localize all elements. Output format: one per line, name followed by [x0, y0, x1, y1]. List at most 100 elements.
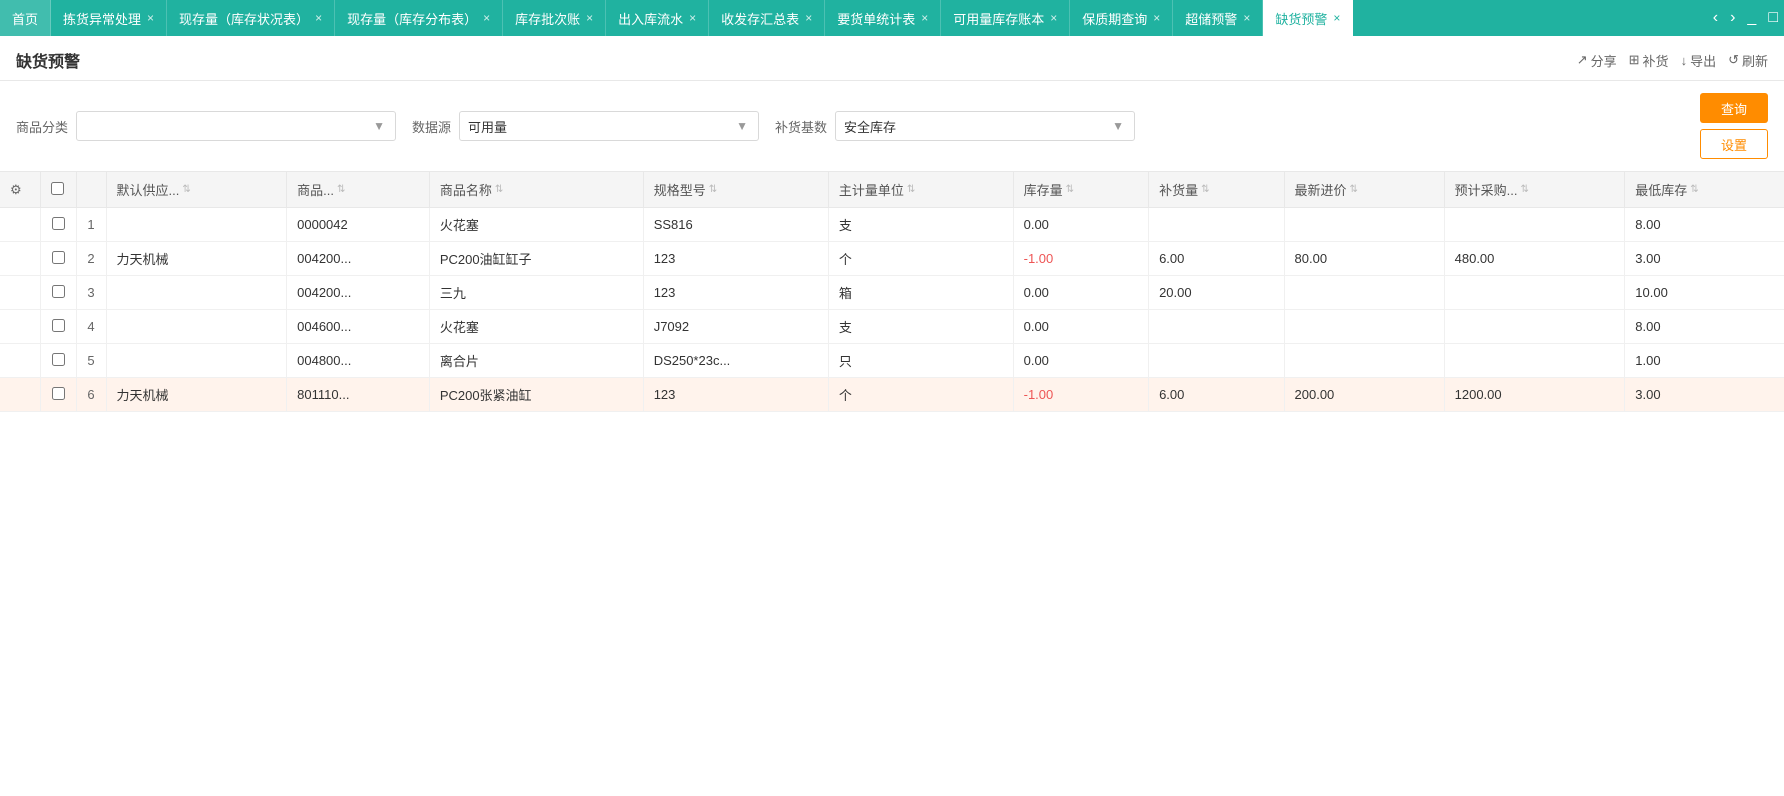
th-estimated-purchase[interactable]: 预计采购... ⇅	[1444, 172, 1625, 208]
tab-stock-dist[interactable]: 现存量（库存分布表） ×	[335, 0, 503, 36]
gear-icon[interactable]: ⚙	[10, 182, 22, 197]
row-checkbox-3[interactable]	[52, 319, 65, 332]
td-product-name-4: 离合片	[429, 344, 643, 378]
tab-close-order-stats[interactable]: ×	[921, 11, 928, 25]
td-min-stock-2: 10.00	[1625, 276, 1784, 310]
tab-close-receive-summary[interactable]: ×	[805, 11, 812, 25]
tab-close-stock-status[interactable]: ×	[315, 11, 322, 25]
td-spec-3: J7092	[643, 310, 828, 344]
td-replenish-0	[1149, 208, 1284, 242]
tab-close-batch[interactable]: ×	[586, 11, 593, 25]
td-latest-price-3	[1284, 310, 1444, 344]
tab-minimize-button[interactable]: _	[1741, 9, 1762, 27]
td-gear-2	[0, 276, 40, 310]
refresh-link[interactable]: ↺ 刷新	[1728, 51, 1768, 70]
td-estimated-purchase-1: 480.00	[1444, 242, 1625, 276]
select-all-checkbox[interactable]	[51, 182, 64, 195]
tab-overstock[interactable]: 超储预警 ×	[1173, 0, 1263, 36]
td-estimated-purchase-2	[1444, 276, 1625, 310]
th-min-stock[interactable]: 最低库存 ⇅	[1625, 172, 1784, 208]
table-row: 4 004600... 火花塞 J7092 支 0.00 8.00	[0, 310, 1784, 344]
refresh-icon: ↺	[1728, 52, 1739, 68]
tab-shortage[interactable]: 缺货预警 ×	[1263, 0, 1353, 36]
th-checkbox	[40, 172, 76, 208]
query-button[interactable]: 查询	[1700, 93, 1768, 123]
category-filter-group: 商品分类 ▼	[16, 111, 396, 141]
td-gear-3	[0, 310, 40, 344]
td-product-code-5: 801110...	[287, 378, 430, 412]
tab-abnormal[interactable]: 拣货异常处理 ×	[51, 0, 167, 36]
tab-inout-flow[interactable]: 出入库流水 ×	[606, 0, 709, 36]
td-checkbox-0[interactable]	[40, 208, 76, 242]
tab-close-shortage[interactable]: ×	[1333, 11, 1340, 25]
td-checkbox-1[interactable]	[40, 242, 76, 276]
tab-available-ledger[interactable]: 可用量库存账本 ×	[941, 0, 1070, 36]
th-replenish[interactable]: 补货量 ⇅	[1149, 172, 1284, 208]
tab-order-stats[interactable]: 要货单统计表 ×	[825, 0, 941, 36]
export-link[interactable]: ↓ 导出	[1681, 51, 1717, 70]
row-checkbox-0[interactable]	[52, 217, 65, 230]
datasource-select-value: 可用量	[468, 117, 730, 136]
tab-close-abnormal[interactable]: ×	[147, 11, 154, 25]
th-stock[interactable]: 库存量 ⇅	[1013, 172, 1148, 208]
sort-icon-estimated-purchase: ⇅	[1520, 184, 1528, 195]
td-estimated-purchase-0	[1444, 208, 1625, 242]
th-supplier[interactable]: 默认供应... ⇅	[106, 172, 287, 208]
tab-navigation: ‹ › _ □	[1707, 9, 1784, 27]
table-row: 3 004200... 三九 123 箱 0.00 20.00 10.00	[0, 276, 1784, 310]
th-gear[interactable]: ⚙	[0, 172, 40, 208]
tab-close-inout-flow[interactable]: ×	[689, 11, 696, 25]
td-product-code-1: 004200...	[287, 242, 430, 276]
tab-next-button[interactable]: ›	[1724, 9, 1741, 27]
td-replenish-2: 20.00	[1149, 276, 1284, 310]
td-checkbox-3[interactable]	[40, 310, 76, 344]
share-link[interactable]: ↗ 分享	[1577, 51, 1617, 70]
settings-button[interactable]: 设置	[1700, 129, 1768, 159]
td-checkbox-5[interactable]	[40, 378, 76, 412]
category-select[interactable]: ▼	[76, 111, 396, 141]
td-latest-price-1: 80.00	[1284, 242, 1444, 276]
td-min-stock-4: 1.00	[1625, 344, 1784, 378]
tab-prev-button[interactable]: ‹	[1707, 9, 1724, 27]
sort-icon-latest-price: ⇅	[1350, 184, 1358, 195]
table-body: 1 0000042 火花塞 SS816 支 0.00 8.00 2 力天机械 0…	[0, 208, 1784, 412]
tab-close-available-ledger[interactable]: ×	[1050, 11, 1057, 25]
sort-icon-product-code: ⇅	[337, 184, 345, 195]
sort-icon-stock: ⇅	[1066, 184, 1074, 195]
th-unit[interactable]: 主计量单位 ⇅	[828, 172, 1013, 208]
tab-close-stock-dist[interactable]: ×	[483, 11, 490, 25]
td-product-name-0: 火花塞	[429, 208, 643, 242]
tab-receive-summary[interactable]: 收发存汇总表 ×	[709, 0, 825, 36]
tab-stock-status[interactable]: 现存量（库存状况表） ×	[167, 0, 335, 36]
row-checkbox-4[interactable]	[52, 353, 65, 366]
replenish-basis-filter-group: 补货基数 安全库存 ▼	[775, 111, 1135, 141]
row-checkbox-5[interactable]	[52, 387, 65, 400]
sort-icon-replenish: ⇅	[1201, 184, 1209, 195]
page-title: 缺货预警	[16, 48, 80, 72]
td-spec-1: 123	[643, 242, 828, 276]
td-checkbox-4[interactable]	[40, 344, 76, 378]
datasource-select[interactable]: 可用量 ▼	[459, 111, 759, 141]
replenish-link[interactable]: ⊞ 补货	[1629, 51, 1669, 70]
td-rownum-3: 4	[76, 310, 106, 344]
td-replenish-3	[1149, 310, 1284, 344]
tab-maximize-button[interactable]: □	[1762, 9, 1784, 27]
tab-expiry[interactable]: 保质期查询 ×	[1070, 0, 1173, 36]
td-unit-0: 支	[828, 208, 1013, 242]
tab-close-expiry[interactable]: ×	[1153, 11, 1160, 25]
th-product-name[interactable]: 商品名称 ⇅	[429, 172, 643, 208]
td-latest-price-0	[1284, 208, 1444, 242]
th-latest-price[interactable]: 最新进价 ⇅	[1284, 172, 1444, 208]
td-spec-0: SS816	[643, 208, 828, 242]
td-stock-5: -1.00	[1013, 378, 1148, 412]
td-checkbox-2[interactable]	[40, 276, 76, 310]
tab-home[interactable]: 首页	[0, 0, 51, 36]
th-product-code[interactable]: 商品... ⇅	[287, 172, 430, 208]
tab-close-overstock[interactable]: ×	[1243, 11, 1250, 25]
tab-batch[interactable]: 库存批次账 ×	[503, 0, 606, 36]
th-spec[interactable]: 规格型号 ⇅	[643, 172, 828, 208]
td-product-name-2: 三九	[429, 276, 643, 310]
row-checkbox-1[interactable]	[52, 251, 65, 264]
row-checkbox-2[interactable]	[52, 285, 65, 298]
replenish-basis-select[interactable]: 安全库存 ▼	[835, 111, 1135, 141]
